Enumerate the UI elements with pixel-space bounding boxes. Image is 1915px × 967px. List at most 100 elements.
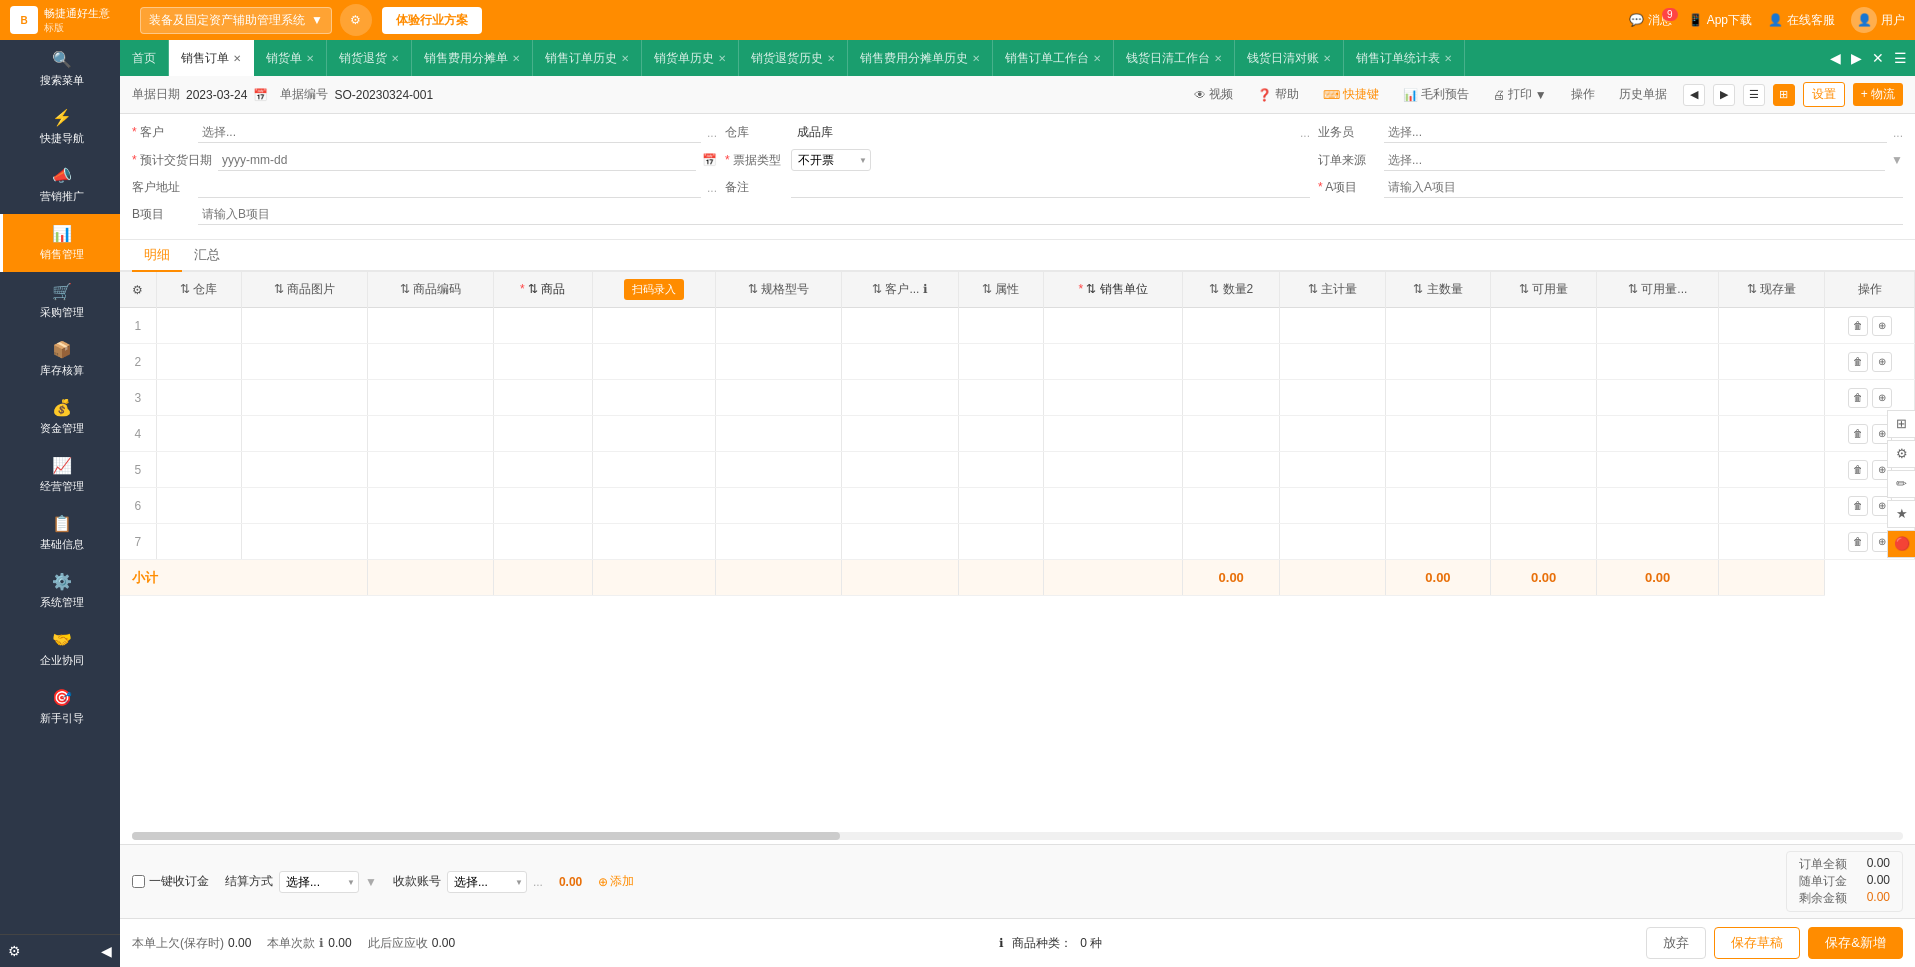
online-service-btn[interactable]: 👤 在线客服 (1768, 12, 1835, 29)
tab-order-history[interactable]: 销售订单历史 ✕ (533, 40, 642, 76)
prev-record-btn[interactable]: ◀ (1683, 84, 1705, 106)
sidebar-settings-icon[interactable]: ⚙ (8, 943, 21, 959)
add-payment-btn[interactable]: ⊕ 添加 (598, 873, 634, 890)
tab-close-icon[interactable]: ✕ (972, 53, 980, 64)
save-draft-btn[interactable]: 保存草稿 (1714, 927, 1800, 959)
float-settings-btn[interactable]: ⚙ (1887, 440, 1915, 468)
tab-close-icon[interactable]: ✕ (1444, 53, 1452, 64)
grid-view-btn[interactable]: ⊞ (1773, 84, 1795, 106)
sidebar-item-finance[interactable]: 💰 资金管理 (0, 388, 120, 446)
scan-btn[interactable]: 扫码录入 (624, 279, 684, 300)
tab-close-icon[interactable]: ✕ (718, 53, 726, 64)
address-more-icon[interactable]: ... (707, 181, 717, 195)
row-delete-btn[interactable]: 🗑 (1848, 424, 1868, 444)
tab-sales-order[interactable]: 销售订单 ✕ (169, 40, 254, 76)
customer-more-icon[interactable]: ... (707, 126, 717, 140)
float-alert-btn[interactable]: 🔴 (1887, 530, 1915, 558)
col-available[interactable]: ⇅ 可用量 (1491, 272, 1597, 308)
history-btn[interactable]: 历史单据 (1611, 83, 1675, 106)
staff-more-icon[interactable]: ... (1893, 126, 1903, 140)
tab-summary[interactable]: 汇总 (182, 240, 232, 272)
sidebar-item-sales[interactable]: 📊 销售管理 (0, 214, 120, 272)
industry-btn[interactable]: 体验行业方案 (382, 7, 482, 34)
col-main-unit[interactable]: ⇅ 主计量 (1280, 272, 1386, 308)
tab-close-icon[interactable]: ✕ (621, 53, 629, 64)
list-view-btn[interactable]: ☰ (1743, 84, 1765, 106)
col-warehouse[interactable]: ⇅ 仓库 (156, 272, 241, 308)
tab-close-icon[interactable]: ✕ (1214, 53, 1222, 64)
tab-menu-btn[interactable]: ☰ (1890, 48, 1911, 68)
order-source-input[interactable] (1384, 150, 1885, 171)
sidebar-item-purchase[interactable]: 🛒 采购管理 (0, 272, 120, 330)
calendar-icon[interactable]: 📅 (253, 88, 268, 102)
tab-expense-history[interactable]: 销售费用分摊单历史 ✕ (848, 40, 993, 76)
row-copy-btn[interactable]: ⊕ (1872, 352, 1892, 372)
sidebar-collapse-icon[interactable]: ◀ (101, 943, 112, 959)
remark-input[interactable] (791, 177, 1310, 198)
col-current-stock[interactable]: ⇅ 现存量 (1719, 272, 1825, 308)
float-star-btn[interactable]: ★ (1887, 500, 1915, 528)
tab-close-icon[interactable]: ✕ (306, 53, 314, 64)
col-settings[interactable]: ⚙ (120, 272, 156, 308)
shortcut-btn[interactable]: ⌨ 快捷键 (1315, 83, 1387, 106)
col-unit[interactable]: ⇅ 销售单位 (1043, 272, 1183, 308)
tab-close-icon[interactable]: ✕ (827, 53, 835, 64)
tab-workbench[interactable]: 销售订单工作台 ✕ (993, 40, 1114, 76)
tab-close-icon[interactable]: ✕ (1093, 53, 1101, 64)
view-btn[interactable]: 👁 视频 (1186, 83, 1241, 106)
tab-detail[interactable]: 明细 (132, 240, 182, 272)
invoice-type-select[interactable]: 不开票 (791, 149, 871, 171)
print-btn[interactable]: 🖨 打印 ▼ (1485, 83, 1555, 106)
row-delete-btn[interactable]: 🗑 (1848, 316, 1868, 336)
float-grid-btn[interactable]: ⊞ (1887, 410, 1915, 438)
tab-sales-goods[interactable]: 销货单 ✕ (254, 40, 327, 76)
col-customer-code[interactable]: ⇅ 客户... ℹ (842, 272, 958, 308)
col-spec[interactable]: ⇅ 规格型号 (716, 272, 842, 308)
calendar2-icon[interactable]: 📅 (702, 153, 717, 167)
tab-daily-workbench[interactable]: 钱货日清工作台 ✕ (1114, 40, 1235, 76)
sidebar-item-inventory[interactable]: 📦 库存核算 (0, 330, 120, 388)
sidebar-item-enterprise[interactable]: 🤝 企业协同 (0, 620, 120, 678)
save-new-btn[interactable]: 保存&新增 (1808, 927, 1903, 959)
col-attribute[interactable]: ⇅ 属性 (958, 272, 1043, 308)
tab-close-icon[interactable]: ✕ (1323, 53, 1331, 64)
col-product[interactable]: ⇅ 商品 (493, 272, 592, 308)
sidebar-item-marketing[interactable]: 📣 营销推广 (0, 156, 120, 214)
tab-prev-btn[interactable]: ◀ (1826, 48, 1845, 68)
tab-close-icon[interactable]: ✕ (391, 53, 399, 64)
set-btn[interactable]: 设置 (1803, 82, 1845, 107)
bank-more-icon[interactable]: ... (533, 875, 543, 889)
settle-method-select[interactable]: 选择... (279, 871, 359, 893)
row-copy-btn[interactable]: ⊕ (1872, 316, 1892, 336)
tab-daily-reconcile[interactable]: 钱货日清对账 ✕ (1235, 40, 1344, 76)
next-record-btn[interactable]: ▶ (1713, 84, 1735, 106)
discard-btn[interactable]: 放弃 (1646, 927, 1706, 959)
col-available2[interactable]: ⇅ 可用量... (1596, 272, 1719, 308)
row-delete-btn[interactable]: 🗑 (1848, 532, 1868, 552)
row-delete-btn[interactable]: 🗑 (1848, 352, 1868, 372)
settle-more-icon[interactable]: ▼ (365, 875, 377, 889)
b-project-input[interactable] (198, 204, 1903, 225)
tab-close-icon[interactable]: ✕ (233, 53, 241, 64)
row-delete-btn[interactable]: 🗑 (1848, 460, 1868, 480)
scroll-thumb[interactable] (132, 832, 840, 840)
col-main-qty[interactable]: ⇅ 主数量 (1385, 272, 1491, 308)
sidebar-item-operations[interactable]: 📈 经营管理 (0, 446, 120, 504)
notification-btn[interactable]: 💬 9 消息 (1629, 12, 1672, 29)
warehouse-more-icon[interactable]: ... (1300, 126, 1310, 140)
add-col-btn[interactable]: + 物流 (1853, 83, 1903, 106)
app-download-btn[interactable]: 📱 App下载 (1688, 12, 1752, 29)
tab-close-all-btn[interactable]: ✕ (1868, 48, 1888, 68)
sidebar-item-search[interactable]: 🔍 搜索菜单 (0, 40, 120, 98)
row-delete-btn[interactable]: 🗑 (1848, 496, 1868, 516)
bank-select[interactable]: 选择... (447, 871, 527, 893)
col-code[interactable]: ⇅ 商品编码 (367, 272, 493, 308)
tab-statistics[interactable]: 销售订单统计表 ✕ (1344, 40, 1465, 76)
row-delete-btn[interactable]: 🗑 (1848, 388, 1868, 408)
tab-goods-history[interactable]: 销货单历史 ✕ (642, 40, 739, 76)
customer-input[interactable] (198, 122, 701, 143)
tab-expenses[interactable]: 销售费用分摊单 ✕ (412, 40, 533, 76)
help-btn[interactable]: ❓ 帮助 (1249, 83, 1307, 106)
delivery-date-input[interactable] (218, 150, 696, 171)
settings-gear-icon[interactable]: ⚙ (340, 4, 372, 36)
